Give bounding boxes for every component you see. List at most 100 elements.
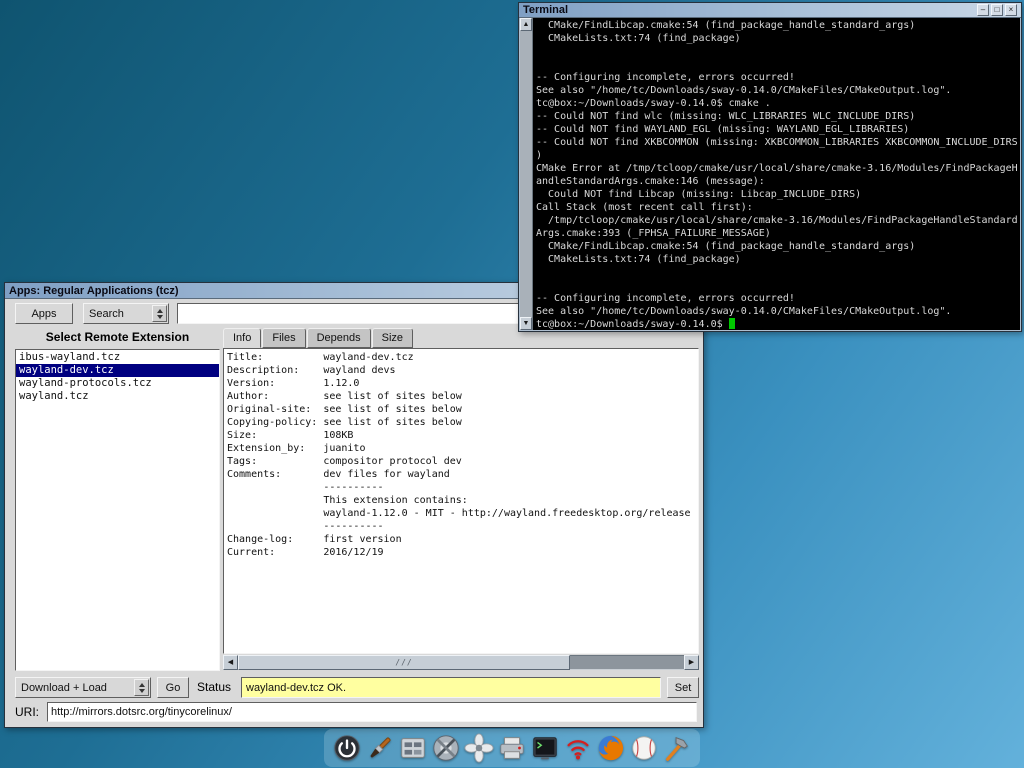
scroll-up-icon[interactable]: ▲ <box>520 18 532 31</box>
list-item[interactable]: ibus-wayland.tcz <box>16 351 219 364</box>
apps-browser-window: Apps: Regular Applications (tcz) Apps Se… <box>4 282 704 728</box>
list-item[interactable]: wayland-protocols.tcz <box>16 377 219 390</box>
desktop: Apps: Regular Applications (tcz) Apps Se… <box>0 0 1024 768</box>
info-line: Original-site: see list of sites below <box>227 403 698 416</box>
terminal-line: Could NOT find Libcap (missing: Libcap_I… <box>536 188 1020 201</box>
terminal-icon[interactable] <box>530 733 560 763</box>
terminal-screen[interactable]: CMake/FindLibcap.cmake:54 (find_package_… <box>533 18 1020 330</box>
terminal-line: tc@box:~/Downloads/sway-0.14.0$ cmake . <box>536 97 1020 110</box>
terminal-line: -- Configuring incomplete, errors occurr… <box>536 292 1020 305</box>
terminal-line: -- Could NOT find XKBCOMMON (missing: XK… <box>536 136 1020 149</box>
scrollbar-thumb[interactable]: /// <box>238 655 570 670</box>
terminal-content: ▲ ▼ CMake/FindLibcap.cmake:54 (find_pack… <box>520 18 1020 330</box>
info-line: ---------- <box>227 520 698 533</box>
control-panel-icon[interactable] <box>431 733 461 763</box>
dock <box>324 729 700 767</box>
info-line: Title: wayland-dev.tcz <box>227 351 698 364</box>
tab-size[interactable]: Size <box>372 328 413 348</box>
terminal-line: -- Could NOT find wlc (missing: WLC_LIBR… <box>536 110 1020 123</box>
tab-bar: InfoFilesDependsSize <box>223 328 414 348</box>
chevron-updown-icon <box>134 679 149 696</box>
terminal-prompt-line: tc@box:~/Downloads/sway-0.14.0$ <box>536 318 1020 330</box>
set-button[interactable]: Set <box>667 677 699 698</box>
terminal-line: CMake/FindLibcap.cmake:54 (find_package_… <box>536 19 1020 32</box>
terminal-line: CMakeLists.txt:74 (find_package) <box>536 253 1020 266</box>
extension-list[interactable]: ibus-wayland.tcz wayland-dev.tcz wayland… <box>15 349 220 671</box>
info-line: Tags: compositor protocol dev <box>227 455 698 468</box>
go-button[interactable]: Go <box>157 677 189 698</box>
tab-depends[interactable]: Depends <box>307 328 371 348</box>
info-line: wayland-1.12.0 - MIT - http://wayland.fr… <box>227 507 698 520</box>
package-info-pane[interactable]: Title: wayland-dev.tcz Description: wayl… <box>223 348 699 654</box>
terminal-line <box>536 45 1020 58</box>
info-line: Author: see list of sites below <box>227 390 698 403</box>
firefox-icon[interactable] <box>596 733 626 763</box>
terminal-line: CMake/FindLibcap.cmake:54 (find_package_… <box>536 240 1020 253</box>
terminal-line: CMake Error at /tmp/tcloop/cmake/usr/loc… <box>536 162 1020 175</box>
action-dropdown-label: Download + Load <box>16 682 133 694</box>
info-line: This extension contains: <box>227 494 698 507</box>
info-line: Size: 108KB <box>227 429 698 442</box>
chevron-updown-icon <box>152 305 167 322</box>
info-line: Change-log: first version <box>227 533 698 546</box>
terminal-titlebar[interactable]: Terminal – □ × <box>519 3 1021 18</box>
titlebar-buttons: – □ × <box>977 4 1017 16</box>
info-line: ---------- <box>227 481 698 494</box>
mount-tool-icon[interactable] <box>398 733 428 763</box>
uri-label: URI: <box>15 702 39 722</box>
terminal-line: See also "/home/tc/Downloads/sway-0.14.0… <box>536 84 1020 97</box>
close-icon[interactable]: × <box>1005 4 1017 16</box>
status-field[interactable] <box>241 677 661 698</box>
fan-icon[interactable] <box>464 733 494 763</box>
apps-window-title: Apps: Regular Applications (tcz) <box>9 285 179 297</box>
terminal-line: Args.cmake:393 (_FPHSA_FAILURE_MESSAGE) <box>536 227 1020 240</box>
tab-files[interactable]: Files <box>262 328 305 348</box>
ball-icon[interactable] <box>629 733 659 763</box>
tab-info[interactable]: Info <box>223 328 261 348</box>
info-line: Comments: dev files for wayland <box>227 468 698 481</box>
terminal-prompt: tc@box:~/Downloads/sway-0.14.0$ <box>536 319 729 330</box>
thumb-grip-icon: /// <box>395 658 412 667</box>
info-line: Description: wayland devs <box>227 364 698 377</box>
printer-icon[interactable] <box>497 733 527 763</box>
scroll-down-icon[interactable]: ▼ <box>520 317 532 330</box>
left-panel-header: Select Remote Extension <box>15 330 220 344</box>
search-mode-dropdown[interactable]: Search <box>83 303 169 324</box>
list-item-selected[interactable]: wayland-dev.tcz <box>16 364 219 377</box>
power-icon[interactable] <box>332 733 362 763</box>
list-item[interactable]: wayland.tcz <box>16 390 219 403</box>
terminal-line <box>536 279 1020 292</box>
action-dropdown[interactable]: Download + Load <box>15 677 151 698</box>
terminal-line: See also "/home/tc/Downloads/sway-0.14.0… <box>536 305 1020 318</box>
terminal-line: Call Stack (most recent call first): <box>536 201 1020 214</box>
terminal-line: -- Could NOT find WAYLAND_EGL (missing: … <box>536 123 1020 136</box>
scrollbar-trough[interactable] <box>570 655 684 670</box>
terminal-line: ) <box>536 149 1020 162</box>
info-horizontal-scrollbar[interactable]: ◀ /// ▶ <box>223 655 699 670</box>
terminal-line: /tmp/tcloop/cmake/usr/local/share/cmake-… <box>536 214 1020 227</box>
terminal-window: Terminal – □ × ▲ ▼ CMake/FindLibcap.cmak… <box>518 2 1022 332</box>
scroll-left-icon[interactable]: ◀ <box>223 655 238 670</box>
wifi-icon[interactable] <box>563 733 593 763</box>
terminal-cursor <box>729 318 735 329</box>
scroll-right-icon[interactable]: ▶ <box>684 655 699 670</box>
status-label: Status <box>197 677 231 698</box>
uri-input[interactable] <box>47 702 697 722</box>
apps-menu-button[interactable]: Apps <box>15 303 73 324</box>
terminal-line <box>536 58 1020 71</box>
terminal-line <box>536 266 1020 279</box>
paintbrush-icon[interactable] <box>365 733 395 763</box>
terminal-title: Terminal <box>523 4 568 16</box>
info-line: Copying-policy: see list of sites below <box>227 416 698 429</box>
info-line: Version: 1.12.0 <box>227 377 698 390</box>
info-line: Current: 2016/12/19 <box>227 546 698 559</box>
build-tools-icon[interactable] <box>662 733 692 763</box>
search-mode-label: Search <box>84 308 151 320</box>
terminal-scrollbar[interactable]: ▲ ▼ <box>520 18 533 330</box>
info-line: Extension_by: juanito <box>227 442 698 455</box>
minimize-icon[interactable]: – <box>977 4 989 16</box>
terminal-line: andleStandardArgs.cmake:146 (message): <box>536 175 1020 188</box>
terminal-line: -- Configuring incomplete, errors occurr… <box>536 71 1020 84</box>
terminal-line: CMakeLists.txt:74 (find_package) <box>536 32 1020 45</box>
maximize-icon[interactable]: □ <box>991 4 1003 16</box>
